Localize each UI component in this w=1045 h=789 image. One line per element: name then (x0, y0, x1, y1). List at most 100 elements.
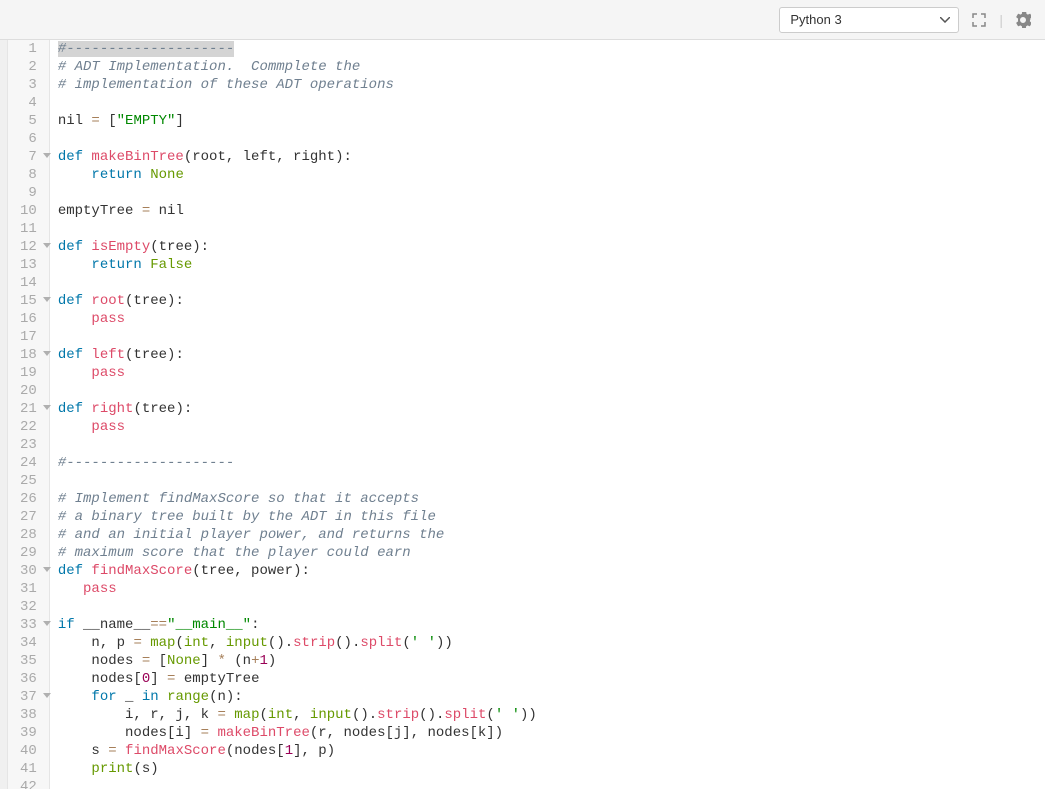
code-line[interactable]: # Implement findMaxScore so that it acce… (58, 490, 1045, 508)
code-token: return (91, 167, 150, 183)
code-token: (tree, power): (192, 563, 310, 579)
code-line[interactable] (58, 184, 1045, 202)
code-token: = (91, 113, 99, 129)
code-token: = (142, 203, 150, 219)
code-line[interactable]: nil = ["EMPTY"] (58, 112, 1045, 130)
line-number: 16 (20, 310, 37, 328)
code-token: __name__ (83, 617, 150, 633)
line-number: 17 (20, 328, 37, 346)
code-line[interactable]: if __name__=="__main__": (58, 616, 1045, 634)
code-token: ], p) (293, 743, 335, 759)
code-line[interactable]: s = findMaxScore(nodes[1], p) (58, 742, 1045, 760)
code-token: ( (259, 707, 267, 723)
code-line[interactable]: nodes[i] = makeBinTree(r, nodes[j], node… (58, 724, 1045, 742)
code-token: strip (377, 707, 419, 723)
code-line[interactable] (58, 598, 1045, 616)
code-line[interactable]: pass (58, 364, 1045, 382)
fold-marker-icon[interactable] (43, 153, 51, 158)
line-number: 31 (20, 580, 37, 598)
fold-marker-icon[interactable] (43, 405, 51, 410)
code-token: int (184, 635, 209, 651)
fullscreen-icon[interactable] (969, 10, 989, 30)
fold-marker-icon[interactable] (43, 351, 51, 356)
code-line[interactable]: # a binary tree built by the ADT in this… (58, 508, 1045, 526)
code-line[interactable] (58, 220, 1045, 238)
code-token: def (58, 401, 92, 417)
code-token: def (58, 347, 92, 363)
code-line[interactable]: def root(tree): (58, 292, 1045, 310)
line-number: 30 (20, 562, 37, 580)
fold-marker-icon[interactable] (43, 567, 51, 572)
line-number: 13 (20, 256, 37, 274)
code-line[interactable] (58, 436, 1045, 454)
code-token: )) (520, 707, 537, 723)
code-token: + (251, 653, 259, 669)
code-token: print (91, 761, 133, 777)
code-line[interactable] (58, 94, 1045, 112)
code-line[interactable] (58, 328, 1045, 346)
code-token: int (268, 707, 293, 723)
code-line[interactable]: pass (58, 310, 1045, 328)
code-line[interactable]: def isEmpty(tree): (58, 238, 1045, 256)
code-token: i, r, j, k (58, 707, 218, 723)
fold-marker-icon[interactable] (43, 297, 51, 302)
code-line[interactable] (58, 778, 1045, 789)
code-token: = (108, 743, 116, 759)
line-number: 33 (20, 616, 37, 634)
gear-icon[interactable] (1013, 10, 1033, 30)
code-line[interactable]: i, r, j, k = map(int, input().strip().sp… (58, 706, 1045, 724)
code-line[interactable]: nodes = [None] * (n+1) (58, 652, 1045, 670)
code-token: # maximum score that the player could ea… (58, 545, 411, 561)
code-line[interactable]: #-------------------- (58, 454, 1045, 472)
line-number: 20 (20, 382, 37, 400)
code-line[interactable]: # implementation of these ADT operations (58, 76, 1045, 94)
code-token: 0 (142, 671, 150, 687)
code-line[interactable] (58, 382, 1045, 400)
code-token: input (226, 635, 268, 651)
code-token: ] (201, 653, 218, 669)
code-line[interactable]: n, p = map(int, input().strip().split(' … (58, 634, 1045, 652)
code-token: strip (293, 635, 335, 651)
code-token: s (58, 743, 108, 759)
code-editor[interactable]: 1234567891011121314151617181920212223242… (0, 40, 1045, 789)
code-line[interactable]: def left(tree): (58, 346, 1045, 364)
kernel-select[interactable]: Python 3 (779, 7, 959, 33)
code-token: ] (175, 113, 183, 129)
line-number: 37 (20, 688, 37, 706)
code-line[interactable]: def makeBinTree(root, left, right): (58, 148, 1045, 166)
line-number: 9 (20, 184, 37, 202)
code-line[interactable]: print(s) (58, 760, 1045, 778)
code-token: def (58, 293, 92, 309)
code-line[interactable]: #-------------------- (58, 40, 1045, 58)
code-line[interactable]: # ADT Implementation. Commplete the (58, 58, 1045, 76)
code-token: map (150, 635, 175, 651)
code-line[interactable]: return None (58, 166, 1045, 184)
code-line[interactable]: for _ in range(n): (58, 688, 1045, 706)
code-line[interactable]: pass (58, 418, 1045, 436)
code-line[interactable]: # and an initial player power, and retur… (58, 526, 1045, 544)
fold-marker-icon[interactable] (43, 621, 51, 626)
code-token: (nodes[ (226, 743, 285, 759)
code-token (58, 257, 92, 273)
line-number: 42 (20, 778, 37, 789)
code-line[interactable] (58, 130, 1045, 148)
code-line[interactable]: pass (58, 580, 1045, 598)
code-token: ' ' (411, 635, 436, 651)
code-line[interactable]: # maximum score that the player could ea… (58, 544, 1045, 562)
code-line[interactable]: def findMaxScore(tree, power): (58, 562, 1045, 580)
code-token (58, 581, 83, 597)
code-token: def (58, 563, 92, 579)
fold-marker-icon[interactable] (43, 243, 51, 248)
code-line[interactable]: emptyTree = nil (58, 202, 1045, 220)
code-token: [ (150, 653, 167, 669)
code-line[interactable] (58, 472, 1045, 490)
code-line[interactable]: return False (58, 256, 1045, 274)
code-line[interactable]: nodes[0] = emptyTree (58, 670, 1045, 688)
code-token: False (150, 257, 192, 273)
fold-marker-icon[interactable] (43, 693, 51, 698)
code-content[interactable]: #--------------------# ADT Implementatio… (50, 40, 1045, 789)
code-line[interactable]: def right(tree): (58, 400, 1045, 418)
chevron-down-icon (940, 15, 950, 25)
code-line[interactable] (58, 274, 1045, 292)
code-token: 1 (285, 743, 293, 759)
